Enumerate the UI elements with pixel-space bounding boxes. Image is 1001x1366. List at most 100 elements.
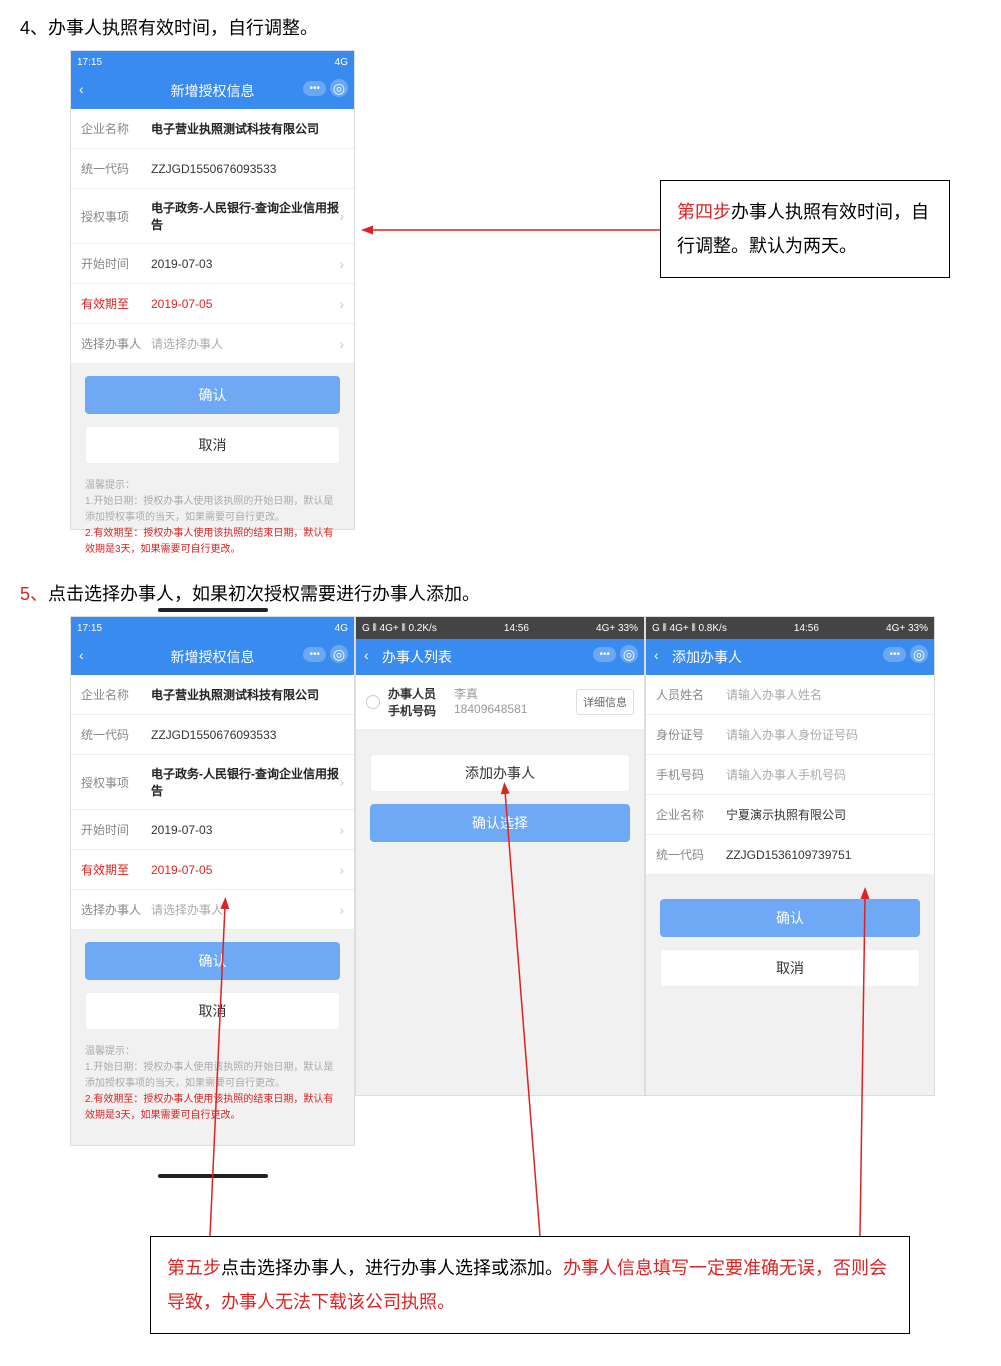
status-bar: 17:15 4G [71, 617, 354, 639]
cancel-button[interactable]: 取消 [660, 949, 920, 987]
menu-icon[interactable]: ••• [303, 647, 326, 662]
cancel-button[interactable]: 取消 [85, 426, 340, 464]
label: 开始时间 [81, 255, 151, 272]
add-person-button[interactable]: 添加办事人 [370, 754, 630, 792]
back-icon[interactable]: ‹ [654, 647, 659, 663]
id-input[interactable]: 请输入办事人身份证号码 [726, 726, 924, 743]
label: 企业名称 [81, 686, 151, 703]
label: 办事人员 [388, 685, 446, 702]
value: 电子营业执照测试科技有限公司 [151, 686, 344, 703]
tips-line2: 2.有效期至：授权办事人使用该执照的结束日期，默认有效期是3天，如果需要可自行更… [85, 526, 340, 558]
confirm-button[interactable]: 确认 [660, 899, 920, 937]
status-right: 4G+ 33% [886, 623, 928, 634]
label: 人员姓名 [656, 686, 726, 703]
value: 2019-07-05 [151, 863, 339, 877]
step5-num: 5、 [20, 584, 48, 604]
confirm-button[interactable]: 确认 [85, 942, 340, 980]
back-icon[interactable]: ‹ [79, 647, 84, 663]
status-net: 4G [335, 623, 348, 634]
list-item[interactable]: 办事人员李真 手机号码18409648581 详细信息 [356, 675, 644, 730]
back-icon[interactable]: ‹ [79, 81, 84, 97]
step5-text: 点击选择办事人，如果初次授权需要进行办事人添加。 [48, 584, 480, 604]
phone-add-card: G ⫴ 4G+ ⫴ 0.8K/s 14:56 4G+ 33% ‹ 添加办事人 •… [645, 616, 935, 1096]
tips-title: 温馨提示： [85, 478, 340, 494]
value: 电子政务-人民银行-查询企业信用报告 [151, 199, 339, 233]
callout-mid: 点击选择办事人，进行办事人选择或添加。 [221, 1258, 563, 1278]
target-icon[interactable]: ◎ [620, 645, 638, 663]
status-net: 4G [335, 57, 348, 68]
tel-input[interactable]: 请输入办事人手机号码 [726, 766, 924, 783]
status-bar: G ⫴ 4G+ ⫴ 0.2K/s 14:56 4G+ 33% [356, 617, 644, 639]
title-bar: ‹ 新增授权信息 ••• ◎ [71, 73, 354, 109]
step5-heading: 5、点击选择办事人，如果初次授权需要进行办事人添加。 [20, 580, 991, 606]
title-bar: ‹ 添加办事人 ••• ◎ [646, 639, 934, 675]
target-icon[interactable]: ◎ [910, 645, 928, 663]
value: ZZJGD1550676093533 [151, 728, 344, 742]
menu-icon[interactable]: ••• [593, 647, 616, 662]
status-left: G ⫴ 4G+ ⫴ 0.2K/s [362, 623, 437, 634]
home-indicator [158, 1174, 268, 1178]
detail-button[interactable]: 详细信息 [576, 689, 634, 715]
status-time: 17:15 [77, 623, 102, 634]
phone-auth-card-2: 17:15 4G ‹ 新增授权信息 ••• ◎ 企业名称电子营业执照测试科技有限… [70, 616, 355, 1146]
label: 手机号码 [656, 766, 726, 783]
menu-icon[interactable]: ••• [883, 647, 906, 662]
step4-num: 4、 [20, 18, 48, 38]
chevron-right-icon[interactable]: › [339, 774, 344, 790]
cancel-button[interactable]: 取消 [85, 992, 340, 1030]
status-time: 14:56 [794, 623, 819, 634]
chevron-right-icon[interactable]: › [339, 208, 344, 224]
value: 2019-07-05 [151, 297, 339, 311]
title-text: 新增授权信息 [171, 81, 255, 101]
name-input[interactable]: 请输入办事人姓名 [726, 686, 924, 703]
confirm-select-button[interactable]: 确认选择 [370, 804, 630, 842]
home-indicator [158, 608, 268, 612]
status-bar: 17:15 4G [71, 51, 354, 73]
value: 宁夏演示执照有限公司 [726, 806, 924, 823]
chevron-right-icon[interactable]: › [339, 902, 344, 918]
label: 身份证号 [656, 726, 726, 743]
tips-block: 温馨提示： 1.开始日期：授权办事人使用该执照的开始日期，默认是添加授权事项的当… [71, 470, 354, 578]
chevron-right-icon[interactable]: › [339, 336, 344, 352]
status-time: 14:56 [504, 623, 529, 634]
step4-heading: 4、办事人执照有效时间，自行调整。 [20, 14, 991, 40]
label: 统一代码 [656, 846, 726, 863]
radio-icon[interactable] [366, 695, 380, 709]
status-right: 4G+ 33% [596, 623, 638, 634]
value: ZZJGD1536109739751 [726, 848, 924, 862]
target-icon[interactable]: ◎ [330, 79, 348, 97]
chevron-right-icon[interactable]: › [339, 256, 344, 272]
target-icon[interactable]: ◎ [330, 645, 348, 663]
title-text: 添加办事人 [672, 647, 742, 667]
title-text: 办事人列表 [382, 647, 452, 667]
value: 电子营业执照测试科技有限公司 [151, 120, 344, 137]
step4-text: 办事人执照有效时间，自行调整。 [48, 18, 318, 38]
tips-line1: 1.开始日期：授权办事人使用该执照的开始日期，默认是添加授权事项的当天，如果需要… [85, 1060, 340, 1092]
status-bar: G ⫴ 4G+ ⫴ 0.8K/s 14:56 4G+ 33% [646, 617, 934, 639]
label: 企业名称 [81, 120, 151, 137]
title-bar: ‹ 新增授权信息 ••• ◎ [71, 639, 354, 675]
value: 电子政务-人民银行-查询企业信用报告 [151, 765, 339, 799]
label: 统一代码 [81, 726, 151, 743]
value[interactable]: 请选择办事人 [151, 335, 339, 352]
label: 选择办事人 [81, 901, 151, 918]
label: 授权事项 [81, 208, 151, 225]
callout-step: 第五步 [167, 1258, 221, 1278]
label: 开始时间 [81, 821, 151, 838]
title-bar: ‹ 办事人列表 ••• ◎ [356, 639, 644, 675]
value[interactable]: 请选择办事人 [151, 901, 339, 918]
tips-line1: 1.开始日期：授权办事人使用该执照的开始日期，默认是添加授权事项的当天，如果需要… [85, 494, 340, 526]
label: 授权事项 [81, 774, 151, 791]
status-time: 17:15 [77, 57, 102, 68]
label: 选择办事人 [81, 335, 151, 352]
back-icon[interactable]: ‹ [364, 647, 369, 663]
chevron-right-icon[interactable]: › [339, 822, 344, 838]
menu-icon[interactable]: ••• [303, 81, 326, 96]
chevron-right-icon[interactable]: › [339, 862, 344, 878]
label: 统一代码 [81, 160, 151, 177]
confirm-button[interactable]: 确认 [85, 376, 340, 414]
chevron-right-icon[interactable]: › [339, 296, 344, 312]
label: 有效期至 [81, 861, 151, 878]
phone-auth-card: 17:15 4G ‹ 新增授权信息 ••• ◎ 企业名称电子营业执照测试科技有限… [70, 50, 355, 530]
callout-step: 第四步 [677, 202, 731, 222]
